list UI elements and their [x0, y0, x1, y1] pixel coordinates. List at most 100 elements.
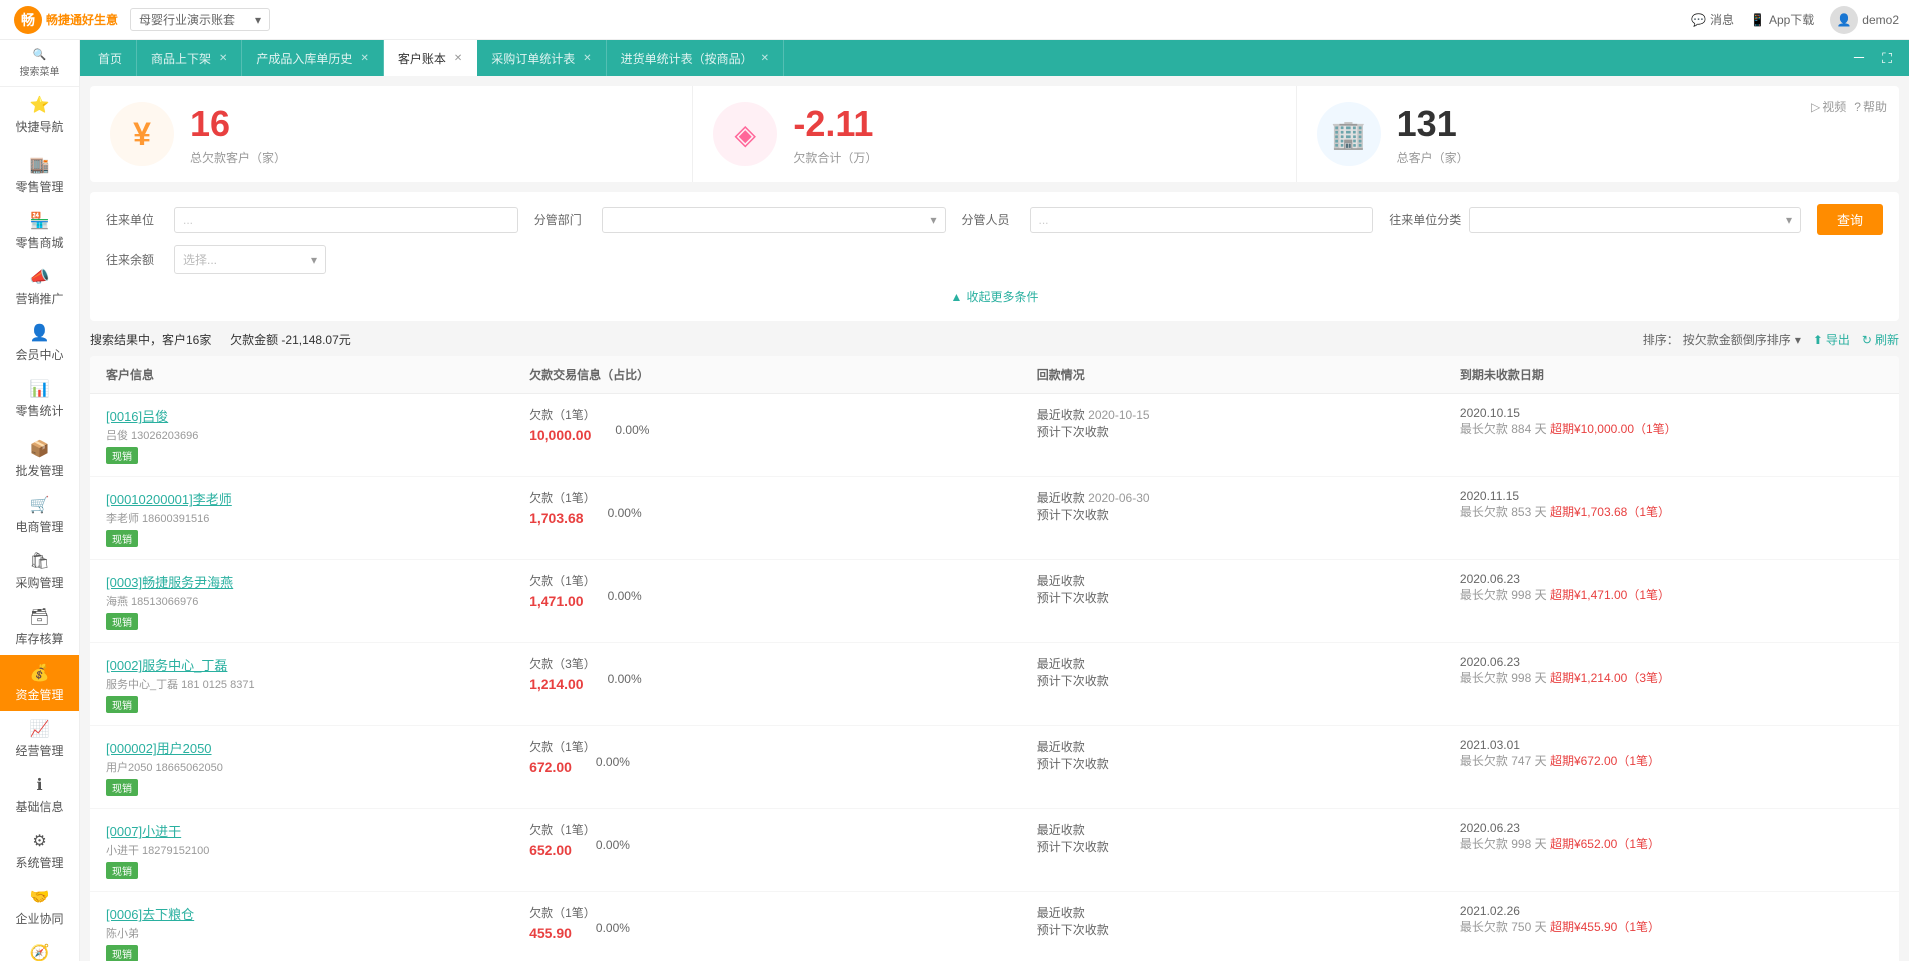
tab-purchase-order[interactable]: 采购订单统计表 ✕	[477, 40, 606, 76]
sidebar-item-retail-mgmt[interactable]: 🏬 零售管理	[0, 147, 79, 203]
help-btn[interactable]: ? 帮助	[1854, 98, 1887, 115]
sidebar-item-inventory[interactable]: 🗃 库存核算	[0, 599, 79, 655]
sidebar-item-marketing[interactable]: 📣 营销推广	[0, 259, 79, 315]
debt-desc-2: 欠款（1笔）	[529, 572, 1037, 589]
filter-dept-select[interactable]: ▾	[602, 207, 946, 233]
data-table: 客户信息 欠款交易信息（占比） 回款情况 到期未收款日期 [0016]吕俊 吕俊…	[90, 356, 1899, 961]
sidebar-item-operation[interactable]: 📈 经营管理	[0, 711, 79, 767]
sidebar-item-retail-store[interactable]: 🏪 零售商城	[0, 203, 79, 259]
debt-amount-1: 1,703.68	[529, 510, 584, 526]
filter-balance-select[interactable]: 选择... ▾	[174, 245, 326, 274]
debt-amount-2: 1,471.00	[529, 593, 584, 609]
customer-name-5[interactable]: [0007]小进干	[106, 821, 529, 840]
sidebar-item-basic-info[interactable]: ℹ 基础信息	[0, 767, 79, 823]
message-btn[interactable]: 💬 消息	[1691, 11, 1734, 28]
overdue-amount-3[interactable]: 超期¥1,214.00（3笔）	[1550, 671, 1670, 685]
user-menu[interactable]: 👤 demo2	[1830, 6, 1899, 34]
sidebar-item-ecom-mgmt[interactable]: 🛒 电商管理	[0, 487, 79, 543]
search-button[interactable]: 查询	[1817, 204, 1883, 235]
tab-import-stat-close[interactable]: ✕	[761, 53, 769, 64]
collect-info-4: 最近收款	[1037, 738, 1460, 755]
overdue-amount-6[interactable]: 超期¥455.90（1笔）	[1550, 920, 1660, 934]
filter-person-input[interactable]: ...	[1030, 207, 1374, 233]
customer-name-2[interactable]: [0003]畅捷服务尹海燕	[106, 572, 529, 591]
debt-percent-6: 0.00%	[596, 921, 630, 935]
company-selector[interactable]: 母婴行业演示账套 ▾	[130, 8, 270, 31]
tabs-minimize-btn[interactable]: －	[1849, 48, 1869, 68]
debt-amount-cell-4: 672.00 0.00%	[529, 755, 1037, 775]
sidebar-item-enterprise[interactable]: 🤝 企业协同	[0, 879, 79, 935]
customer-sub-1: 李老师 18600391516	[106, 510, 529, 526]
sort-arrow-icon: ▾	[1795, 333, 1801, 347]
tab-product-history-close[interactable]: ✕	[360, 53, 368, 64]
tab-goods-shelf-close[interactable]: ✕	[219, 53, 227, 64]
sidebar-search[interactable]: 🔍 搜索菜单	[0, 40, 79, 87]
overdue-amount-4[interactable]: 超期¥672.00（1笔）	[1550, 754, 1660, 768]
tab-home[interactable]: 首页	[84, 40, 137, 76]
debt-desc-1: 欠款（1笔）	[529, 489, 1037, 506]
overdue-amount-1[interactable]: 超期¥1,703.68（1笔）	[1550, 505, 1670, 519]
refresh-btn[interactable]: ↻ 刷新	[1862, 331, 1899, 348]
overdue-days-2: 最长欠款 998 天 超期¥1,471.00（1笔）	[1460, 586, 1883, 603]
customer-cell-5: [0007]小进干 小进干 18279152100 现销	[106, 821, 529, 879]
collapse-icon: ▲	[951, 290, 963, 304]
debt-percent-3: 0.00%	[608, 672, 642, 686]
due-date-0: 2020.10.15	[1460, 406, 1883, 420]
collect-info-1: 最近收款 2020-06-30	[1037, 489, 1460, 506]
collect-cell-3: 最近收款 预计下次收款	[1037, 655, 1460, 689]
tab-purchase-order-close[interactable]: ✕	[583, 53, 591, 64]
content-area: 首页 商品上下架 ✕ 产成品入库单历史 ✕ 客户账本 ✕ 采购订单统计表 ✕	[80, 40, 1909, 961]
overdue-amount-0[interactable]: 超期¥10,000.00（1笔）	[1550, 422, 1677, 436]
sidebar-item-guide[interactable]: 🧭 新手引导	[0, 935, 79, 961]
sidebar-item-batch-mgmt[interactable]: 📦 批发管理	[0, 431, 79, 487]
filter-person-label: 分管人员	[962, 211, 1022, 228]
stat-card-actions: ▷ 视频 ? 帮助	[1811, 98, 1887, 115]
sort-select[interactable]: 排序： 按欠款金额倒序排序 ▾	[1643, 331, 1801, 348]
tab-import-stat[interactable]: 进货单统计表（按商品） ✕	[607, 40, 784, 76]
stat-info-total-customers: 131 总客户（家）	[1397, 102, 1469, 166]
tab-product-history[interactable]: 产成品入库单历史 ✕	[242, 40, 383, 76]
filter-source-unit-input[interactable]: ...	[174, 207, 518, 233]
sidebar-item-member[interactable]: 👤 会员中心	[0, 315, 79, 371]
customer-name-4[interactable]: [000002]用户2050	[106, 738, 529, 757]
stat-card-debt-customers: ¥ 16 总欠款客户（家）	[90, 86, 693, 182]
filter-balance: 往来余额 选择... ▾	[106, 245, 326, 274]
debt-cell-0: 欠款（1笔） 10,000.00 0.00%	[529, 406, 1037, 443]
overdue-amount-2[interactable]: 超期¥1,471.00（1笔）	[1550, 588, 1670, 602]
collect-cell-4: 最近收款 预计下次收款	[1037, 738, 1460, 772]
customer-name-3[interactable]: [0002]服务中心_丁磊	[106, 655, 529, 674]
ecom-mgmt-icon: 🛒	[30, 495, 50, 515]
sidebar-item-system[interactable]: ⚙ 系统管理	[0, 823, 79, 879]
next-collect-4: 预计下次收款	[1037, 755, 1460, 772]
customer-tag-4: 现销	[106, 779, 138, 796]
filter-person: 分管人员 ...	[962, 207, 1374, 233]
overdue-amount-5[interactable]: 超期¥652.00（1笔）	[1550, 837, 1660, 851]
table-row: [0003]畅捷服务尹海燕 海燕 18513066976 现销 欠款（1笔） 1…	[90, 560, 1899, 643]
retail-mgmt-icon: 🏬	[30, 155, 50, 175]
filter-unit-category-select[interactable]: ▾	[1469, 207, 1801, 233]
tab-goods-shelf[interactable]: 商品上下架 ✕	[137, 40, 242, 76]
customer-name-1[interactable]: [00010200001]李老师	[106, 489, 529, 508]
debt-cell-5: 欠款（1笔） 652.00 0.00%	[529, 821, 1037, 858]
customer-name-0[interactable]: [0016]吕俊	[106, 406, 529, 425]
tabs-maximize-btn[interactable]: ⛶	[1877, 48, 1897, 68]
collapse-btn[interactable]: ▲ 收起更多条件	[106, 284, 1883, 309]
tab-customer-account-close[interactable]: ✕	[454, 53, 462, 64]
sidebar-item-quick-nav[interactable]: ⭐ 快捷导航	[0, 87, 79, 143]
video-btn[interactable]: ▷ 视频	[1811, 98, 1846, 115]
filter-area: 往来单位 ... 分管部门 ▾	[90, 192, 1899, 321]
help-icon: ?	[1854, 100, 1861, 114]
sidebar-item-purchase-mgmt[interactable]: 🛍 采购管理	[0, 543, 79, 599]
tab-customer-account[interactable]: 客户账本 ✕	[384, 40, 477, 76]
app-download-btn[interactable]: 📱 App下载	[1750, 11, 1814, 28]
customer-tag-3: 现销	[106, 696, 138, 713]
due-cell-2: 2020.06.23 最长欠款 998 天 超期¥1,471.00（1笔）	[1460, 572, 1883, 603]
logo-text: 畅捷通好生意	[46, 11, 118, 28]
debt-percent-4: 0.00%	[596, 755, 630, 769]
sidebar-item-finance[interactable]: 💰 资金管理	[0, 655, 79, 711]
sidebar-item-retail-stat[interactable]: 📊 零售统计	[0, 371, 79, 427]
collect-cell-1: 最近收款 2020-06-30 预计下次收款	[1037, 489, 1460, 523]
export-btn[interactable]: ⬆ 导出	[1813, 331, 1850, 348]
customer-name-6[interactable]: [0006]去下粮仓	[106, 904, 529, 923]
stat-info-total-debt: -2.11 欠款合计（万）	[793, 102, 877, 166]
